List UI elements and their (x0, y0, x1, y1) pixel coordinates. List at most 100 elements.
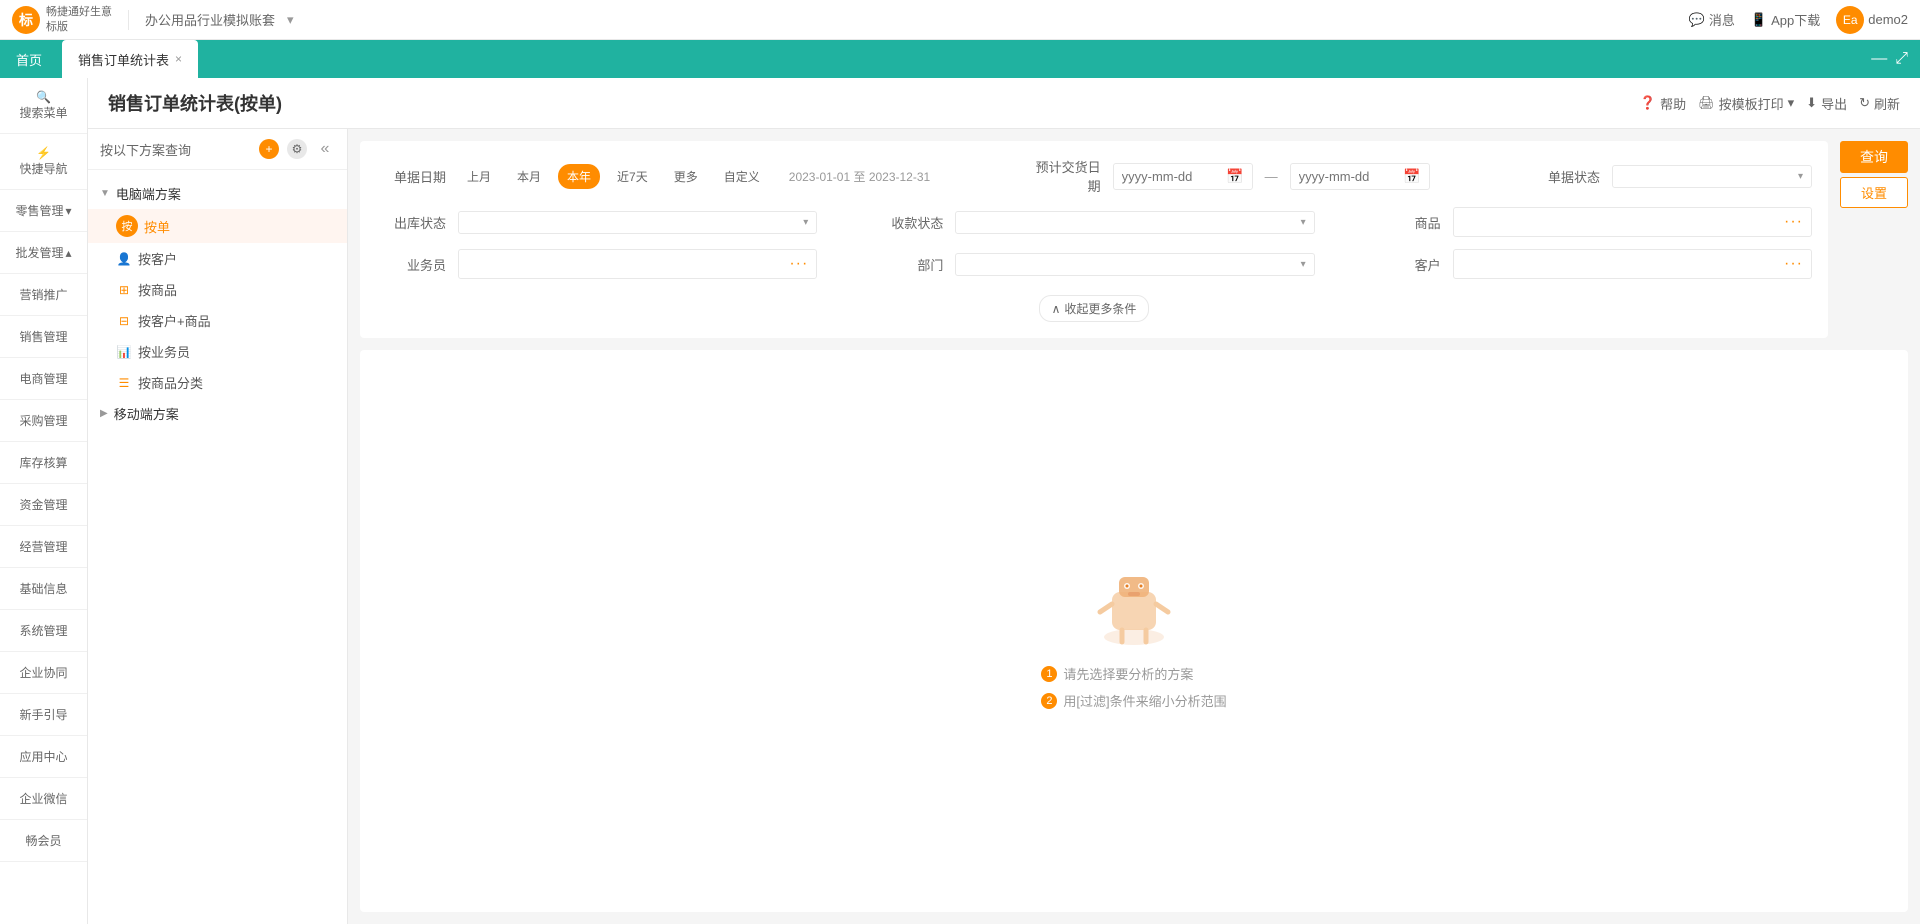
sidebar-item-wholesale[interactable]: 批发管理 ▴ (0, 232, 87, 274)
sidebar-item-finance[interactable]: 资金管理 (0, 484, 87, 526)
tab-home-label: 首页 (16, 50, 42, 69)
export-btn[interactable]: ⬇ 导出 (1806, 94, 1847, 113)
logo-icon: 标 (12, 6, 40, 34)
sidebar-item-guide[interactable]: 新手引导 (0, 694, 87, 736)
expected-date-label: 预计交货日期 (1031, 157, 1101, 195)
sidebar-item-search[interactable]: 🔍 搜索菜单 (0, 78, 87, 134)
dept-select[interactable]: ▾ (955, 253, 1314, 276)
tree-group-mobile-header[interactable]: ▶ 移动端方案 (88, 398, 347, 429)
sidebar-item-inventory[interactable]: 库存核算 (0, 442, 87, 484)
sidebar-item-retail[interactable]: 零售管理 ▾ (0, 190, 87, 232)
divider (128, 10, 129, 30)
chevron-up-icon: ▴ (65, 246, 71, 260)
scheme-add-btn[interactable]: + (259, 139, 279, 159)
tab-home[interactable]: 首页 (0, 40, 58, 78)
sidebar-item-ecommerce[interactable]: 电商管理 (0, 358, 87, 400)
page-header: 销售订单统计表(按单) ❓ 帮助 🖨 按模板打印 ▾ ⬇ 导出 ↻ 刷新 (88, 78, 1920, 129)
calendar-start-icon[interactable]: 📅 (1226, 168, 1243, 185)
tree-item-by-customer[interactable]: 👤 按客户 (88, 243, 347, 274)
salesman-select[interactable]: ··· (458, 249, 817, 279)
page-title: 销售订单统计表(按单) (108, 90, 282, 128)
date-label: 单据日期 (376, 167, 446, 186)
right-panel: 单据日期 上月 本月 本年 近7天 更多 自定义 2023-01-01 至 20… (348, 129, 1920, 924)
scheme-settings-btn[interactable]: ⚙ (287, 139, 307, 159)
status-select[interactable]: ▾ (1612, 165, 1812, 188)
tab-minimize-icon[interactable]: — (1871, 50, 1887, 68)
user-area[interactable]: Ea demo2 (1836, 6, 1908, 34)
tree-group-mobile-label: 移动端方案 (114, 404, 179, 423)
tree-item-by-order-icon: 按 (116, 215, 138, 237)
tree-item-by-salesman[interactable]: 📊 按业务员 (88, 336, 347, 367)
tree-item-by-customer-icon: 👤 (116, 251, 132, 267)
avatar: Ea (1836, 6, 1864, 34)
date-btn-last-month[interactable]: 上月 (458, 164, 500, 189)
sidebar-item-sales[interactable]: 销售管理 (0, 316, 87, 358)
filter-row-3: 业务员 ··· 部门 ▾ (376, 249, 1812, 279)
message-btn[interactable]: 💬 消息 (1689, 10, 1735, 29)
date-btn-custom[interactable]: 自定义 (715, 164, 769, 189)
tab-close-icon[interactable]: × (175, 52, 182, 66)
salesman-dots[interactable]: ··· (789, 255, 808, 273)
page-actions: ❓ 帮助 🖨 按模板打印 ▾ ⬇ 导出 ↻ 刷新 (1640, 94, 1900, 125)
ship-status-label: 出库状态 (376, 213, 446, 232)
sidebar-item-member[interactable]: 畅会员 (0, 820, 87, 862)
help-btn[interactable]: ❓ 帮助 (1640, 94, 1686, 113)
goods-dots[interactable]: ··· (1784, 213, 1803, 231)
settings-btn[interactable]: 设置 (1840, 177, 1908, 208)
scheme-panel-header: 按以下方案查询 + ⚙ « (88, 129, 347, 170)
tab-sales-order[interactable]: 销售订单统计表 × (62, 40, 198, 78)
date-btn-group: 上月 本月 本年 近7天 更多 自定义 (458, 164, 769, 189)
calendar-end-icon[interactable]: 📅 (1403, 168, 1420, 185)
query-btn[interactable]: 查询 (1840, 141, 1908, 173)
empty-state: 1 请先选择要分析的方案 2 用[过滤]条件来缩小分析范围 (360, 350, 1908, 912)
tab-maximize-icon[interactable]: ⤢ (1895, 50, 1908, 68)
expected-date-end-field[interactable] (1299, 169, 1404, 184)
sidebar-item-wechat[interactable]: 企业微信 (0, 778, 87, 820)
sidebar-item-operations[interactable]: 经营管理 (0, 526, 87, 568)
sidebar-item-appcenter[interactable]: 应用中心 (0, 736, 87, 778)
ship-status-select[interactable]: ▾ (458, 211, 817, 234)
goods-select[interactable]: ··· (1453, 207, 1812, 237)
customer-select[interactable]: ··· (1453, 249, 1812, 279)
tab-bar: 首页 销售订单统计表 × — ⤢ (0, 40, 1920, 78)
tree-item-by-salesman-label: 按业务员 (138, 342, 190, 361)
tree-group-pc-header[interactable]: ▼ 电脑端方案 (88, 178, 347, 209)
date-btn-more[interactable]: 更多 (665, 164, 707, 189)
expected-date-end-input[interactable]: 📅 (1290, 163, 1430, 190)
sidebar-item-purchase[interactable]: 采购管理 (0, 400, 87, 442)
top-bar-right: 💬 消息 📱 App下载 Ea demo2 (1689, 6, 1908, 34)
template-print-btn[interactable]: 🖨 按模板打印 ▾ (1698, 94, 1794, 113)
tree-item-by-customer-goods[interactable]: ⊟ 按客户+商品 (88, 305, 347, 336)
download-icon: 📱 (1751, 12, 1767, 28)
expected-date-start-input[interactable]: 📅 (1113, 163, 1253, 190)
dropdown-arrow-icon[interactable]: ▾ (287, 12, 294, 28)
content-area: 销售订单统计表(按单) ❓ 帮助 🖨 按模板打印 ▾ ⬇ 导出 ↻ 刷新 (88, 78, 1920, 924)
expected-date-start-field[interactable] (1122, 169, 1227, 184)
date-btn-this-month[interactable]: 本月 (508, 164, 550, 189)
tree-item-by-customer-label: 按客户 (138, 249, 177, 268)
date-btn-this-year[interactable]: 本年 (558, 164, 600, 189)
date-range-text: 2023-01-01 至 2023-12-31 (789, 168, 930, 185)
top-bar-left: 标 畅捷通好生意 标版 办公用品行业模拟账套 ▾ (12, 5, 294, 34)
sidebar-item-enterprise[interactable]: 企业协同 (0, 652, 87, 694)
sidebar-item-basic-info[interactable]: 基础信息 (0, 568, 87, 610)
sidebar: 🔍 搜索菜单 ⚡ 快捷导航 零售管理 ▾ 批发管理 ▴ 营销推广 销售管理 电商… (0, 78, 88, 924)
sidebar-item-system[interactable]: 系统管理 (0, 610, 87, 652)
sidebar-item-marketing[interactable]: 营销推广 (0, 274, 87, 316)
sidebar-item-quicknav[interactable]: ⚡ 快捷导航 (0, 134, 87, 190)
collapse-btn[interactable]: ∧ 收起更多条件 (1039, 295, 1150, 322)
main-area: 🔍 搜索菜单 ⚡ 快捷导航 零售管理 ▾ 批发管理 ▴ 营销推广 销售管理 电商… (0, 78, 1920, 924)
date-btn-7days[interactable]: 近7天 (608, 164, 657, 189)
app-download-btn[interactable]: 📱 App下载 (1751, 10, 1820, 29)
customer-dots[interactable]: ··· (1784, 255, 1803, 273)
tree-item-by-order[interactable]: 按 按单 (88, 209, 347, 243)
print-icon: 🖨 (1698, 95, 1715, 111)
scheme-collapse-btn[interactable]: « (315, 139, 335, 159)
tip2-text: 用[过滤]条件来缩小分析范围 (1063, 691, 1226, 710)
tree-item-by-category[interactable]: ☰ 按商品分类 (88, 367, 347, 398)
pay-status-select[interactable]: ▾ (955, 211, 1314, 234)
refresh-btn[interactable]: ↻ 刷新 (1859, 94, 1900, 113)
tree-item-by-goods[interactable]: ⊞ 按商品 (88, 274, 347, 305)
help-label: 帮助 (1660, 94, 1686, 113)
collapse-arrow-icon: ∧ (1052, 302, 1061, 316)
